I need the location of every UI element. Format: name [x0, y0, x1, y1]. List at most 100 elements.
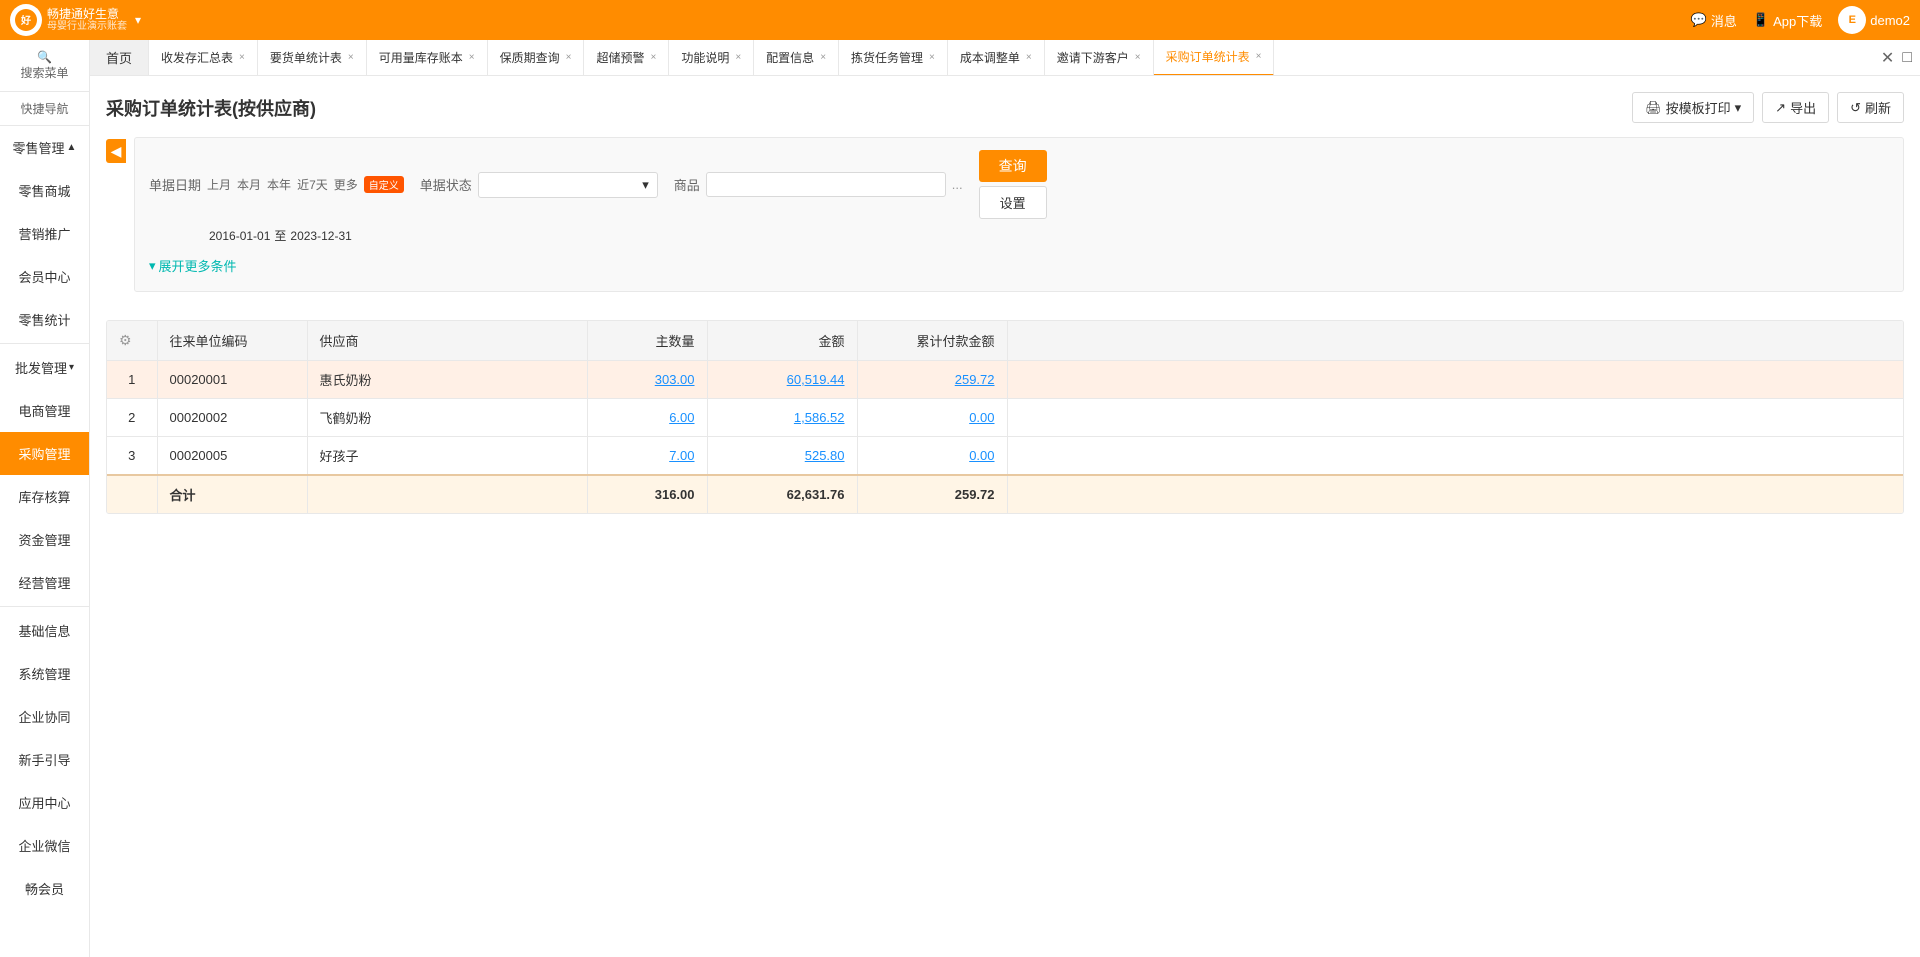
sidebar-item-marketing[interactable]: 营销推广 [0, 212, 89, 255]
tab-close-config-info[interactable]: × [820, 52, 826, 63]
export-button[interactable]: ↗ 导出 [1762, 92, 1829, 123]
sidebar-quick-nav[interactable]: 快捷导航 [0, 92, 89, 126]
tab-task-mgmt[interactable]: 拣货任务管理 × [839, 40, 948, 76]
sidebar-search[interactable]: 🔍 搜索菜单 [0, 40, 89, 92]
sidebar-item-retail-mall[interactable]: 零售商城 [0, 169, 89, 212]
page-title: 采购订单统计表(按供应商) [106, 95, 316, 121]
sidebar-item-enterprise[interactable]: 企业协同 [0, 695, 89, 738]
logo-icon: 好 [10, 4, 42, 36]
refresh-icon: ↺ [1850, 100, 1861, 116]
tab-invite-downstream[interactable]: 邀请下游客户 × [1045, 40, 1154, 76]
filter-toggle-button[interactable]: ◀ [106, 139, 126, 163]
more-conditions: ▾ 展开更多条件 [149, 252, 1889, 279]
refresh-button[interactable]: ↺ 刷新 [1837, 92, 1904, 123]
sidebar-item-enterprise-wechat[interactable]: 企业微信 [0, 824, 89, 867]
tab-close-invite-downstream[interactable]: × [1135, 52, 1141, 63]
tf-extra [1007, 475, 1903, 513]
app-download-button[interactable]: 📱 App下载 [1753, 11, 1822, 30]
expand-conditions-button[interactable]: ▾ 展开更多条件 [149, 256, 1889, 275]
sidebar-item-finance[interactable]: 资金管理 [0, 518, 89, 561]
sidebar-item-member[interactable]: 畅会员 [0, 867, 89, 910]
sidebar-item-member-center[interactable]: 会员中心 [0, 255, 89, 298]
chevron-down-icon-print: ▾ [1735, 100, 1742, 116]
td-qty-0: 303.00 [587, 361, 707, 399]
td-paid-0: 259.72 [857, 361, 1007, 399]
sidebar-item-wholesale-mgmt[interactable]: 批发管理 ▾ [0, 346, 89, 389]
tab-collect-summary[interactable]: 收发存汇总表 × [149, 40, 258, 76]
qty-link-2[interactable]: 7.00 [669, 448, 694, 463]
amount-link-1[interactable]: 1,586.52 [794, 410, 845, 425]
table-row: 1 00020001 惠氏奶粉 303.00 60,519.44 259.72 [107, 361, 1903, 399]
sidebar-item-retail-management[interactable]: 零售管理 ▲ [0, 126, 89, 169]
td-amount-1: 1,586.52 [707, 399, 857, 437]
status-select[interactable]: ▾ [478, 172, 658, 198]
download-icon: 📱 [1753, 12, 1769, 28]
search-button[interactable]: 查询 [979, 150, 1047, 182]
td-code-0: 00020001 [157, 361, 307, 399]
goods-more-icon[interactable]: ... [952, 177, 963, 192]
export-icon: ↗ [1775, 100, 1786, 116]
workspace-dropdown[interactable]: ▾ [135, 13, 141, 27]
tf-label: 合计 [157, 475, 307, 513]
tab-cost-adjust[interactable]: 成本调整单 × [948, 40, 1045, 76]
chevron-up-icon: ▲ [67, 142, 77, 153]
table-header-row: ⚙ 往来单位编码 供应商 主数量 金额 累计付款金额 [107, 321, 1903, 361]
tab-expiry-query[interactable]: 保质期查询 × [488, 40, 585, 76]
sidebar-item-system-mgmt[interactable]: 系统管理 [0, 652, 89, 695]
setting-button[interactable]: 设置 [979, 186, 1047, 219]
sidebar-item-retail-stats[interactable]: 零售统计 [0, 298, 89, 341]
amount-link-2[interactable]: 525.80 [805, 448, 845, 463]
tab-close-function-desc[interactable]: × [735, 52, 741, 63]
td-extra-1 [1007, 399, 1903, 437]
qty-link-1[interactable]: 6.00 [669, 410, 694, 425]
user-area[interactable]: E demo2 [1838, 6, 1910, 34]
date-shortcut-7days[interactable]: 近7天 [297, 176, 328, 193]
tab-bar: 首页 收发存汇总表 × 要货单统计表 × 可用量库存账本 × 保质期查询 × 超… [90, 40, 1920, 76]
td-seq-0: 1 [107, 361, 157, 399]
date-shortcut-this-year[interactable]: 本年 [267, 176, 291, 193]
tab-purchase-order-stats[interactable]: 采购订单统计表 × [1154, 40, 1275, 76]
date-shortcut-this-month[interactable]: 本月 [237, 176, 261, 193]
sidebar-item-purchase-mgmt[interactable]: 采购管理 [0, 432, 89, 475]
tab-close-cost-adjust[interactable]: × [1026, 52, 1032, 63]
tab-close-available-inventory[interactable]: × [469, 52, 475, 63]
template-print-button[interactable]: 🖨 按模板打印 ▾ [1632, 92, 1754, 123]
tab-function-desc[interactable]: 功能说明 × [669, 40, 754, 76]
paid-link-2[interactable]: 0.00 [969, 448, 994, 463]
tab-close-purchase-stats[interactable]: × [348, 52, 354, 63]
td-amount-0: 60,519.44 [707, 361, 857, 399]
tab-home[interactable]: 首页 [90, 40, 149, 76]
sidebar-item-new-guide[interactable]: 新手引导 [0, 738, 89, 781]
sidebar-item-inventory[interactable]: 库存核算 [0, 475, 89, 518]
amount-link-0[interactable]: 60,519.44 [787, 372, 845, 387]
message-icon: 💬 [1691, 12, 1707, 28]
sidebar-item-ops-mgmt[interactable]: 经营管理 [0, 561, 89, 604]
qty-link-0[interactable]: 303.00 [655, 372, 695, 387]
goods-input[interactable] [706, 172, 946, 197]
tab-config-info[interactable]: 配置信息 × [754, 40, 839, 76]
paid-link-1[interactable]: 0.00 [969, 410, 994, 425]
tab-overstock-warning[interactable]: 超储预警 × [584, 40, 669, 76]
table-row: 2 00020002 飞鹤奶粉 6.00 1,586.52 0.00 [107, 399, 1903, 437]
sidebar-item-ecommerce[interactable]: 电商管理 [0, 389, 89, 432]
chevron-down-icon-wholesale: ▾ [69, 362, 74, 373]
sidebar-item-basic-info[interactable]: 基础信息 [0, 609, 89, 652]
paid-link-0[interactable]: 259.72 [955, 372, 995, 387]
date-shortcut-last-month[interactable]: 上月 [207, 176, 231, 193]
message-button[interactable]: 💬 消息 [1691, 11, 1737, 30]
tab-close-overstock-warning[interactable]: × [650, 52, 656, 63]
tab-purchase-stats[interactable]: 要货单统计表 × [258, 40, 367, 76]
date-shortcut-more[interactable]: 更多 [334, 176, 358, 193]
sidebar-divider-1 [0, 343, 89, 344]
tab-restore-icon[interactable]: □ [1902, 49, 1912, 67]
sidebar-item-app-center[interactable]: 应用中心 [0, 781, 89, 824]
tab-close-all-icon[interactable]: ✕ [1881, 48, 1894, 68]
tab-close-collect-summary[interactable]: × [239, 52, 245, 63]
settings-icon[interactable]: ⚙ [119, 332, 132, 348]
tab-close-task-mgmt[interactable]: × [929, 52, 935, 63]
tab-available-inventory[interactable]: 可用量库存账本 × [367, 40, 488, 76]
filter-row-1: 单据日期 上月 本月 本年 近7天 更多 自定义 [149, 150, 1889, 219]
tf-qty: 316.00 [587, 475, 707, 513]
tab-close-purchase-order-stats[interactable]: × [1256, 51, 1262, 62]
tab-close-expiry-query[interactable]: × [566, 52, 572, 63]
